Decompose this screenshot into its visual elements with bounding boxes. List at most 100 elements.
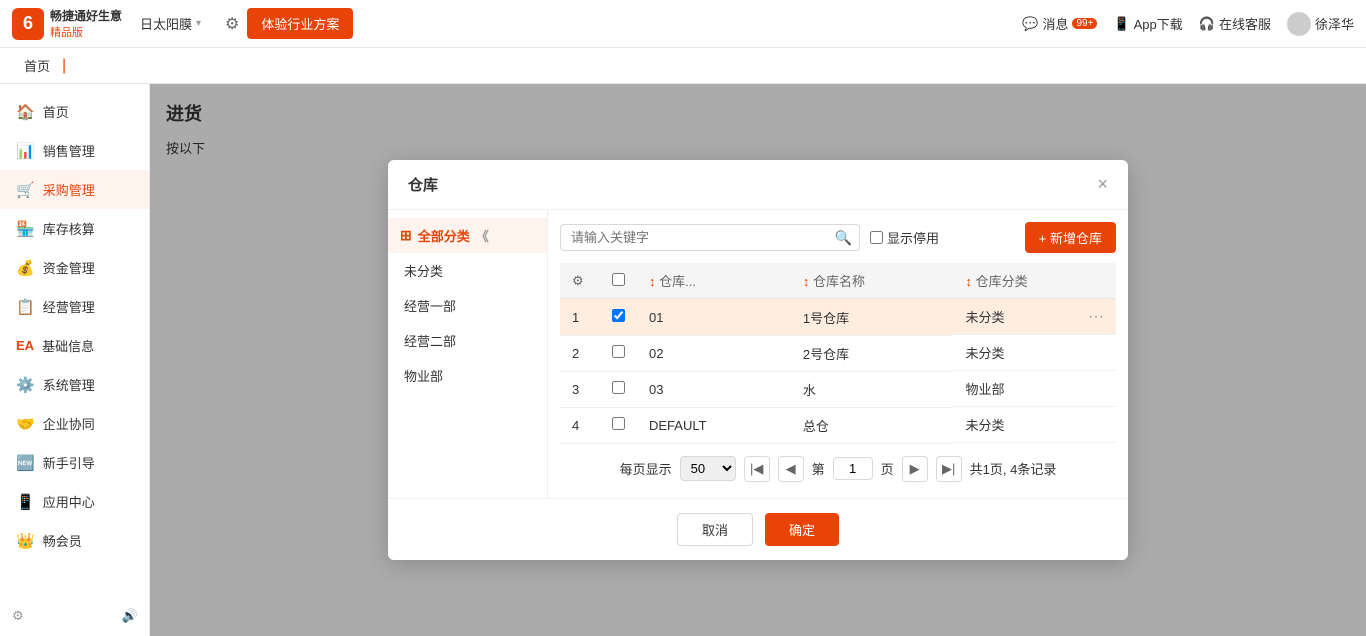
last-page-btn[interactable]: ▶|	[936, 456, 962, 482]
row-checkbox[interactable]	[612, 417, 625, 430]
nav-center: 日太阳膜 ▾ ⚙ 体验行业方案	[132, 8, 1022, 39]
collapse-icon[interactable]: 《	[476, 226, 489, 245]
table-area: 🔍 显示停用 + 新增仓库	[548, 210, 1128, 498]
table-row[interactable]: 2 02 2号仓库 未分类···	[560, 335, 1116, 371]
row-num: 3	[560, 371, 600, 407]
sidebar-item-guide[interactable]: 🆕 新手引导	[0, 443, 149, 482]
speaker-icon[interactable]: 🔊	[122, 608, 138, 624]
col-checkbox	[600, 263, 637, 299]
sidebar-item-member[interactable]: 👑 畅会员	[0, 521, 149, 560]
basicinfo-icon: EA	[16, 338, 34, 353]
sidebar-item-sales[interactable]: 📊 销售管理	[0, 131, 149, 170]
select-all-checkbox[interactable]	[612, 273, 625, 286]
operations-icon: 📋	[16, 298, 35, 316]
search-icon[interactable]: 🔍	[835, 229, 852, 246]
category-item-property[interactable]: 物业部	[388, 358, 547, 393]
per-page-select[interactable]: 50 100 200	[680, 456, 736, 481]
sidebar-label-system: 系统管理	[43, 375, 95, 394]
sidebar-item-appcenter[interactable]: 📱 应用中心	[0, 482, 149, 521]
app-download-label: App下载	[1134, 14, 1183, 33]
online-service-item[interactable]: 🎧 在线客服	[1199, 14, 1271, 33]
sidebar-item-home[interactable]: 🏠 首页	[0, 92, 149, 131]
table-row[interactable]: 4 DEFAULT 总仓 未分类···	[560, 407, 1116, 443]
first-page-btn[interactable]: |◀	[744, 456, 770, 482]
row-code: DEFAULT	[637, 407, 791, 443]
cancel-button[interactable]: 取消	[677, 513, 753, 546]
table-row[interactable]: 1 01 1号仓库 未分类···	[560, 299, 1116, 336]
sidebar-item-purchase[interactable]: 🛒 采购管理	[0, 170, 149, 209]
sidebar-label-operations: 经营管理	[43, 297, 95, 316]
appcenter-icon: 📱	[16, 493, 35, 511]
category-item-dept2[interactable]: 经营二部	[388, 323, 547, 358]
page-prefix-label: 第	[812, 459, 825, 478]
row-checkbox[interactable]	[612, 345, 625, 358]
show-disabled-checkbox[interactable]	[870, 231, 883, 244]
category-item-unclassified[interactable]: 未分类	[388, 253, 547, 288]
modal-overlay: 仓库 × ⊞ 全部分类 《 未分类 经营一部 经营二部	[150, 84, 1366, 636]
sidebar-item-operations[interactable]: 📋 经营管理	[0, 287, 149, 326]
search-wrap: 🔍	[560, 224, 860, 251]
pagination: 每页显示 50 100 200 |◀ ◀ 第 页 ▶	[560, 444, 1116, 486]
subnav-home[interactable]: 首页	[16, 52, 58, 79]
dialog-body: ⊞ 全部分类 《 未分类 经营一部 经营二部 物业部	[388, 210, 1128, 498]
prev-page-btn[interactable]: ◀	[778, 456, 804, 482]
main-layout: 🏠 首页 📊 销售管理 🛒 采购管理 🏪 库存核算 💰 资金管理 📋 经营管理 …	[0, 84, 1366, 636]
category-all[interactable]: ⊞ 全部分类 《	[388, 218, 547, 253]
sidebar-item-basicinfo[interactable]: EA 基础信息	[0, 326, 149, 365]
search-input[interactable]	[560, 224, 860, 251]
row-name: 2号仓库	[791, 335, 954, 371]
page-suffix-label: 页	[881, 459, 894, 478]
sidebar-item-finance[interactable]: 💰 资金管理	[0, 248, 149, 287]
finance-icon: 💰	[16, 259, 35, 277]
sidebar-label-inventory: 库存核算	[43, 219, 95, 238]
col-name: ↕ 仓库名称	[791, 263, 954, 299]
message-item[interactable]: 💬 消息 99+	[1022, 14, 1097, 33]
row-category: 未分类···	[953, 299, 1116, 335]
confirm-button[interactable]: 确定	[765, 513, 839, 546]
sidebar-item-system[interactable]: ⚙️ 系统管理	[0, 365, 149, 404]
row-more-icon[interactable]: ···	[1088, 308, 1104, 326]
row-code: 02	[637, 335, 791, 371]
row-name: 水	[791, 371, 954, 407]
col-gear: ⚙	[560, 263, 600, 299]
row-checkbox[interactable]	[612, 309, 625, 322]
top-nav: 6 畅捷通好生意 精品版 日太阳膜 ▾ ⚙ 体验行业方案 💬 消息 99+ 📱 …	[0, 0, 1366, 48]
inventory-icon: 🏪	[16, 220, 35, 238]
row-name: 1号仓库	[791, 299, 954, 336]
table-toolbar: 🔍 显示停用 + 新增仓库	[560, 222, 1116, 253]
row-checkbox-cell	[600, 407, 637, 443]
sub-nav: 首页 |	[0, 48, 1366, 84]
current-page-input[interactable]	[833, 457, 873, 480]
add-warehouse-button[interactable]: + 新增仓库	[1025, 222, 1116, 253]
store-selector[interactable]: 日太阳膜 ▾	[132, 10, 209, 37]
app-download-item[interactable]: 📱 App下载	[1113, 14, 1182, 33]
sidebar-item-enterprise[interactable]: 🤝 企业协同	[0, 404, 149, 443]
sidebar-label-guide: 新手引导	[43, 453, 95, 472]
user-item[interactable]: 徐泽华	[1287, 12, 1354, 36]
sidebar-bottom: ⚙ 🔊	[0, 604, 150, 628]
table-row[interactable]: 3 03 水 物业部···	[560, 371, 1116, 407]
row-name: 总仓	[791, 407, 954, 443]
teal-bar-indicator: |	[62, 57, 66, 75]
gear-icon: ⚙	[572, 273, 584, 288]
category-item-dept1[interactable]: 经营一部	[388, 288, 547, 323]
dialog-close-button[interactable]: ×	[1097, 174, 1108, 195]
row-num: 4	[560, 407, 600, 443]
online-service-label: 在线客服	[1219, 14, 1271, 33]
username-label: 徐泽华	[1315, 14, 1354, 33]
settings-bottom-icon[interactable]: ⚙	[12, 608, 24, 624]
logo-line2: 精品版	[50, 24, 122, 40]
col-code: ↕ 仓库...	[637, 263, 791, 299]
trial-button[interactable]: 体验行业方案	[247, 8, 353, 39]
dialog-footer: 取消 确定	[388, 498, 1128, 560]
row-code: 01	[637, 299, 791, 336]
sidebar-label-sales: 销售管理	[43, 141, 95, 160]
sidebar-item-inventory[interactable]: 🏪 库存核算	[0, 209, 149, 248]
row-checkbox[interactable]	[612, 381, 625, 394]
category-sidebar: ⊞ 全部分类 《 未分类 经营一部 经营二部 物业部	[388, 210, 548, 498]
settings-icon[interactable]: ⚙	[225, 14, 239, 34]
sort-icon: ↕	[649, 274, 656, 289]
show-disabled-label[interactable]: 显示停用	[870, 228, 939, 247]
logo-icon: 6	[12, 8, 44, 40]
next-page-btn[interactable]: ▶	[902, 456, 928, 482]
